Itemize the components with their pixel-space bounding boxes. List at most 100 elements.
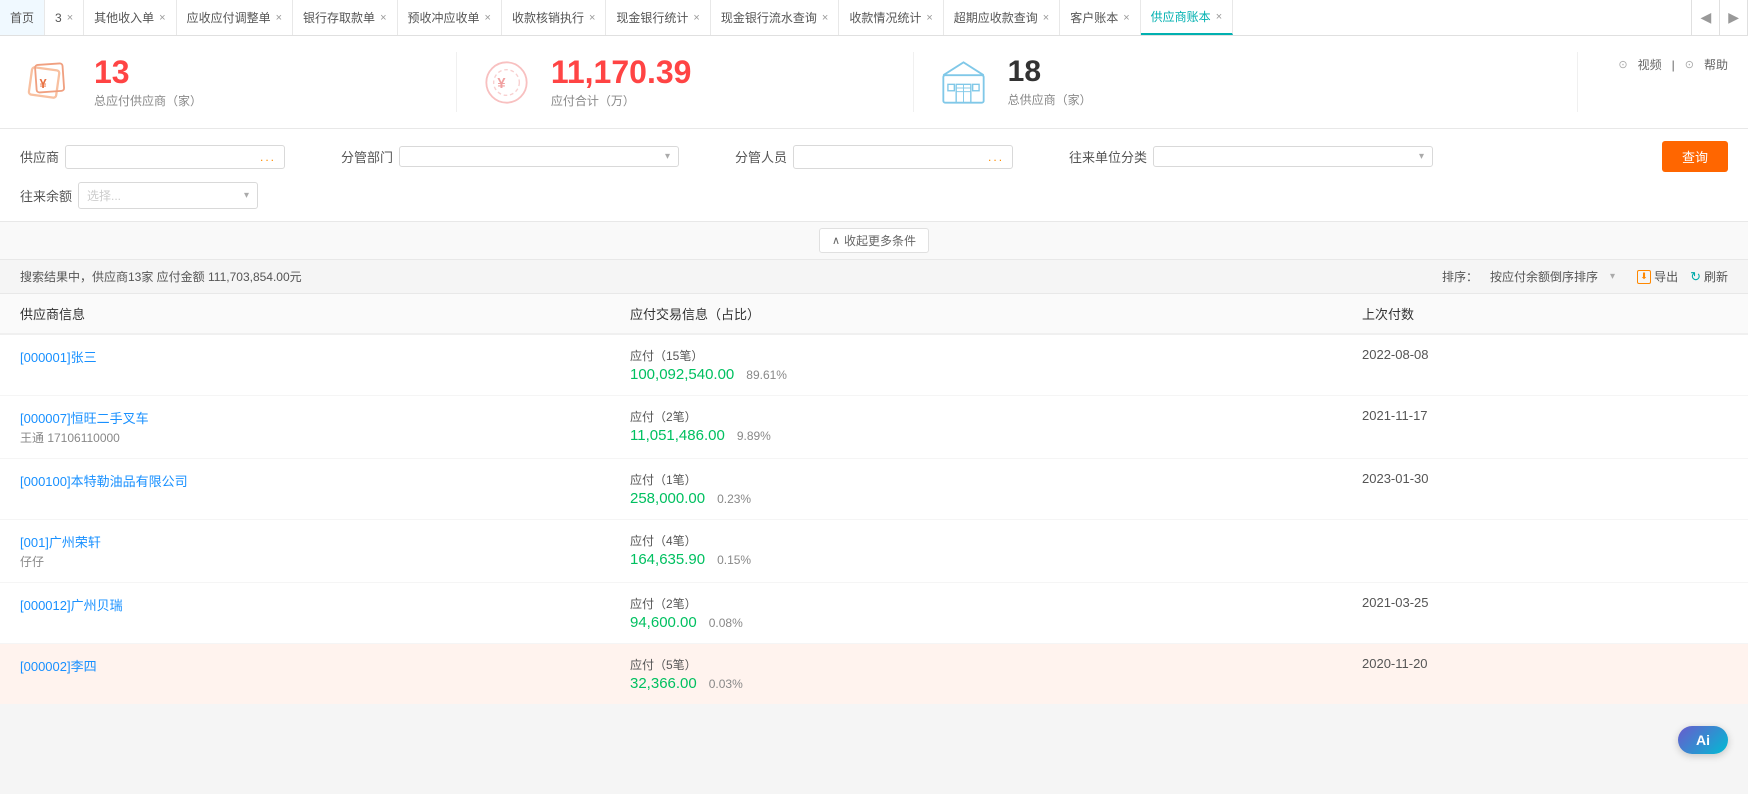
filter-row-1: 供应商 ... 分管部门 ▾ 分管人员 ... 往来单位分类 — [20, 141, 1728, 172]
table-row[interactable]: [000002]李四 应付（5笔） 32,366.00 0.03% 2020-1… — [0, 644, 1748, 705]
balance-select[interactable]: 选择... ▾ — [78, 182, 258, 209]
total-suppliers-text: 18 总供应商（家） — [1008, 57, 1092, 108]
close-icon[interactable]: × — [693, 12, 699, 24]
collapse-bar: ∧ 收起更多条件 — [0, 222, 1748, 260]
close-icon[interactable]: × — [589, 12, 595, 24]
payable-total-number: 11,170.39 — [551, 56, 692, 88]
payable-suppliers-icon: ¥ — [20, 52, 80, 112]
table-row[interactable]: [001]广州荣轩 仔仔 应付（4笔） 164,635.90 0.15% — [0, 520, 1748, 583]
trans-count-6: 应付（5笔） — [630, 656, 1362, 673]
nav-arrow-left[interactable]: ◀ — [1692, 0, 1720, 36]
payable-total-text: 11,170.39 应付合计（万） — [551, 56, 692, 109]
payment-date-6: 2020-11-20 — [1362, 656, 1428, 671]
row-supplier-1: [000001]张三 — [20, 347, 630, 366]
supplier-link-4[interactable]: [001]广州荣轩 — [20, 535, 101, 550]
circle-icon: ⊙ — [1618, 58, 1627, 71]
nav-tab-ar-ap-adjust[interactable]: 应收应付调整单 × — [177, 0, 293, 35]
close-icon[interactable]: × — [159, 12, 165, 24]
total-suppliers-icon — [934, 52, 994, 112]
nav-tab-overdue-ar[interactable]: 超期应收款查询 × — [944, 0, 1060, 35]
supplier-link-6[interactable]: [000002]李四 — [20, 659, 97, 674]
table-row[interactable]: [000012]广州贝瑞 应付（2笔） 94,600.00 0.08% 2021… — [0, 583, 1748, 644]
results-actions: 排序： 按应付余额倒序排序 ▾ ⬇ 导出 ↻ 刷新 — [1442, 268, 1728, 285]
supplier-link-1[interactable]: [000001]张三 — [20, 350, 97, 365]
nav-tab-prepay-offset[interactable]: 预收冲应收单 × — [398, 0, 502, 35]
header-transaction-info: 应付交易信息（占比） — [630, 304, 1362, 323]
table-row[interactable]: [000100]本特勒油品有限公司 应付（1笔） 258,000.00 0.23… — [0, 459, 1748, 520]
nav-tab-3[interactable]: 3 × — [45, 0, 84, 35]
dept-select[interactable]: ▾ — [399, 146, 679, 167]
close-icon[interactable]: × — [380, 12, 386, 24]
row-last-payment-1: 2022-08-08 — [1362, 347, 1728, 362]
nav-tab-collection-verify[interactable]: 收款核销执行 × — [502, 0, 606, 35]
trans-amount-6: 32,366.00 — [630, 675, 697, 692]
collapse-label: 收起更多条件 — [844, 232, 916, 249]
svg-text:¥: ¥ — [498, 76, 507, 92]
sort-value[interactable]: 按应付余额倒序排序 — [1490, 268, 1598, 285]
category-select[interactable]: ▾ — [1153, 146, 1433, 167]
row-last-payment-6: 2020-11-20 — [1362, 656, 1728, 671]
nav-tab-bank-deposit[interactable]: 银行存取款单 × — [293, 0, 397, 35]
refresh-button[interactable]: ↻ 刷新 — [1690, 268, 1728, 285]
nav-tab-customer-book[interactable]: 客户账本 × — [1060, 0, 1140, 35]
payable-total-label: 应付合计（万） — [551, 92, 692, 109]
row-transaction-3: 应付（1笔） 258,000.00 0.23% — [630, 471, 1362, 507]
table-row[interactable]: [000007]恒旺二手叉车 王通 17106110000 应付（2笔） 11,… — [0, 396, 1748, 459]
trans-count-3: 应付（1笔） — [630, 471, 1362, 488]
top-right-links: ⊙ 视频 | ⊙ 帮助 — [1618, 56, 1728, 73]
close-icon[interactable]: × — [1123, 12, 1129, 24]
person-input[interactable]: ... — [793, 145, 1013, 169]
trans-count-4: 应付（4笔） — [630, 532, 1362, 549]
close-icon[interactable]: × — [822, 12, 828, 24]
supplier-link-5[interactable]: [000012]广州贝瑞 — [20, 598, 123, 613]
trans-count-2: 应付（2笔） — [630, 408, 1362, 425]
chevron-up-icon: ∧ — [832, 234, 840, 247]
row-last-payment-3: 2023-01-30 — [1362, 471, 1728, 486]
trans-percent-5: 0.08% — [709, 616, 743, 630]
close-icon[interactable]: × — [67, 12, 73, 24]
payable-suppliers-text: 13 总应付供应商（家） — [94, 56, 202, 109]
nav-tab-supplier-book[interactable]: 供应商账本 × — [1141, 0, 1233, 35]
close-icon[interactable]: × — [276, 12, 282, 24]
nav-arrow-right[interactable]: ▶ — [1720, 0, 1748, 36]
nav-tab-cash-bank-stat[interactable]: 现金银行统计 × — [606, 0, 710, 35]
circle-icon-2: ⊙ — [1685, 58, 1694, 71]
row-last-payment-5: 2021-03-25 — [1362, 595, 1728, 610]
export-label: 导出 — [1654, 268, 1678, 285]
supplier-link-2[interactable]: [000007]恒旺二手叉车 — [20, 411, 149, 426]
refresh-icon: ↻ — [1690, 269, 1701, 285]
nav-tab-home[interactable]: 首页 — [0, 0, 45, 35]
close-icon[interactable]: × — [485, 12, 491, 24]
payable-suppliers-number: 13 — [94, 56, 202, 88]
table-row[interactable]: [000001]张三 应付（15笔） 100,092,540.00 89.61%… — [0, 335, 1748, 396]
query-button[interactable]: 查询 — [1662, 141, 1728, 172]
filter-area: 供应商 ... 分管部门 ▾ 分管人员 ... 往来单位分类 — [0, 129, 1748, 222]
close-icon[interactable]: × — [926, 12, 932, 24]
summary-area: ¥ 13 总应付供应商（家） ¥ 11,170.39 应付合计（万） — [0, 36, 1748, 129]
video-link[interactable]: 视频 — [1638, 56, 1662, 73]
payable-total-card: ¥ 11,170.39 应付合计（万） — [477, 52, 914, 112]
supplier-input[interactable]: ... — [65, 145, 285, 169]
collapse-button[interactable]: ∧ 收起更多条件 — [819, 228, 929, 253]
export-button[interactable]: ⬇ 导出 — [1637, 268, 1678, 285]
ai-button[interactable]: Ai — [1678, 726, 1728, 754]
balance-label: 往来余额 — [20, 186, 72, 205]
results-info: 搜索结果中，供应商13家 应付金额 111,703,854.00元 — [20, 268, 302, 285]
trans-count-5: 应付（2笔） — [630, 595, 1362, 612]
nav-tab-cash-bank-flow[interactable]: 现金银行流水查询 × — [711, 0, 839, 35]
supplier-link-3[interactable]: [000100]本特勒油品有限公司 — [20, 474, 188, 489]
payment-date-5: 2021-03-25 — [1362, 595, 1429, 610]
trans-amount-5: 94,600.00 — [630, 614, 697, 631]
row-supplier-3: [000100]本特勒油品有限公司 — [20, 471, 630, 490]
close-icon[interactable]: × — [1043, 12, 1049, 24]
supplier-contact-4: 仔仔 — [20, 553, 630, 570]
nav-tab-collection-stat[interactable]: 收款情况统计 × — [839, 0, 943, 35]
nav-tab-other-income[interactable]: 其他收入单 × — [84, 0, 176, 35]
filter-item-query: 查询 — [1662, 141, 1728, 172]
balance-placeholder: 选择... — [87, 187, 121, 204]
close-icon[interactable]: × — [1216, 11, 1222, 23]
trans-amount-2: 11,051,486.00 — [630, 427, 725, 444]
filter-item-category: 往来单位分类 ▾ — [1069, 146, 1433, 167]
help-link[interactable]: 帮助 — [1704, 56, 1728, 73]
trans-percent-1: 89.61% — [746, 368, 787, 382]
